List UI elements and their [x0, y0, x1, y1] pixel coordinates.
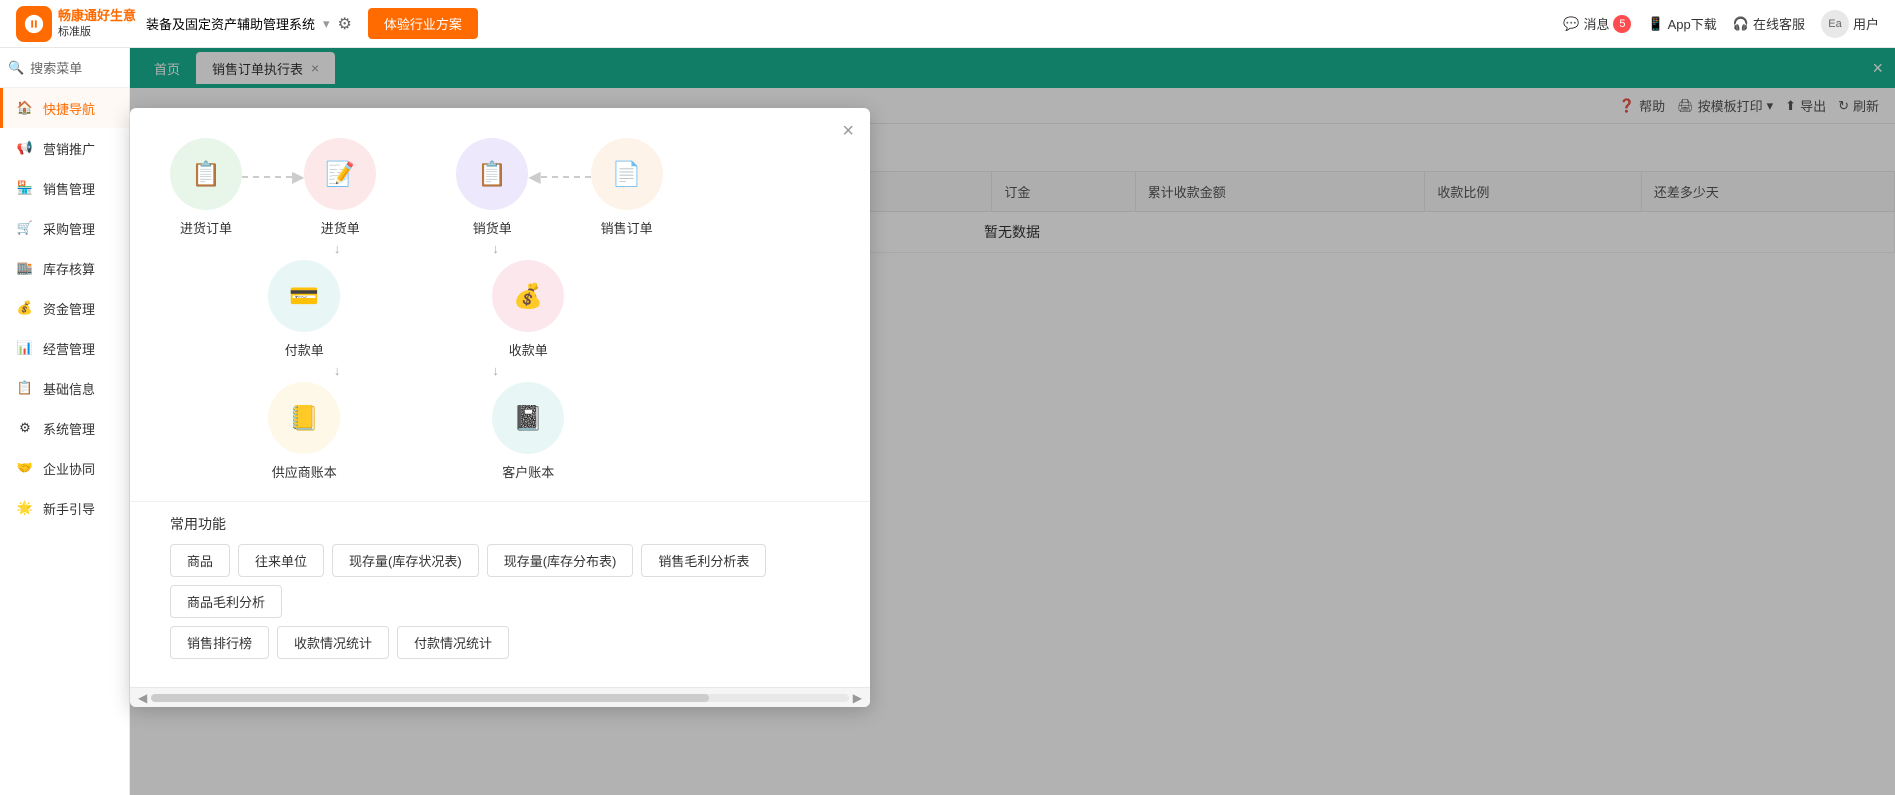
flow-purchase-bill[interactable]: 📝 进货单: [304, 138, 376, 237]
content-area: 首页 销售订单执行表 × × ❓ 帮助 🖨 按模板打印 ▾: [130, 48, 1895, 795]
system-name-dropdown-icon[interactable]: ▾: [323, 16, 330, 32]
receipt-circle: 💰: [492, 260, 564, 332]
btn-stock-dist[interactable]: 现存量(库存分布表): [487, 544, 634, 577]
app-logo-icon: [16, 6, 52, 42]
scroll-left-arrow[interactable]: ◀: [134, 691, 151, 705]
btn-stock-status[interactable]: 现存量(库存状况表): [332, 544, 479, 577]
system-name-text: 装备及固定资产辅助管理系统: [146, 14, 315, 33]
inventory-icon: 🏬: [15, 258, 35, 278]
topbar-right: 💬 消息 5 📱 App下载 🎧 在线客服 Ea 用户: [1563, 10, 1879, 38]
btn-product[interactable]: 商品: [170, 544, 230, 577]
sidebar-item-cooperation[interactable]: 🤝 企业协同: [0, 448, 129, 488]
sales-bill-circle: 📋: [456, 138, 528, 210]
flow-section: 📋 进货订单 ▶ 📝 进货单: [130, 108, 870, 501]
sidebar-item-basic-info[interactable]: 📋 基础信息: [0, 368, 129, 408]
flow-payment-bill[interactable]: 💳 付款单: [268, 260, 340, 359]
purchase-bill-circle: 📝: [304, 138, 376, 210]
cooperation-icon: 🤝: [15, 458, 35, 478]
sidebar-item-sales[interactable]: 🏪 销售管理: [0, 168, 129, 208]
sidebar-item-system[interactable]: ⚙ 系统管理: [0, 408, 129, 448]
flow-purchase-order[interactable]: 📋 进货订单: [170, 138, 242, 237]
sales-icon: 🏪: [15, 178, 35, 198]
scroll-thumb: [151, 694, 709, 702]
trial-button[interactable]: 体验行业方案: [368, 8, 478, 39]
supplier-ledger-circle: 📒: [268, 382, 340, 454]
purchase-order-circle: 📋: [170, 138, 242, 210]
operations-icon: 📊: [15, 338, 35, 358]
modal-box: × 📋 进货订单: [130, 108, 870, 707]
scroll-indicator: ◀ ▶: [130, 687, 870, 707]
btn-payment-stats[interactable]: 付款情况统计: [397, 626, 509, 659]
guide-icon: 🌟: [15, 498, 35, 518]
message-icon: 💬: [1563, 16, 1579, 32]
basic-info-icon: 📋: [15, 378, 35, 398]
app-download-btn[interactable]: 📱 App下载: [1647, 14, 1716, 33]
settings-icon[interactable]: ⚙: [338, 14, 352, 34]
purchase-icon: 🛒: [15, 218, 35, 238]
scroll-right-arrow[interactable]: ▶: [849, 691, 866, 705]
flow-supplier-ledger[interactable]: 📒 供应商账本: [268, 382, 340, 481]
quick-nav-icon: 🏠: [15, 98, 35, 118]
marketing-icon: 📢: [15, 138, 35, 158]
btn-sales-profit[interactable]: 销售毛利分析表: [641, 544, 766, 577]
sidebar: 🔍 搜索菜单 🏠 快捷导航 📢 营销推广 🏪 销售管理 🛒 采购管理 🏬: [0, 48, 130, 795]
search-menu[interactable]: 🔍 搜索菜单: [0, 48, 129, 88]
download-icon: 📱: [1647, 16, 1663, 32]
flow-sales-order[interactable]: 📄 销售订单: [591, 138, 663, 237]
headset-icon: 🎧: [1733, 16, 1749, 32]
online-service-btn[interactable]: 🎧 在线客服: [1733, 14, 1805, 33]
flow-sales-bill[interactable]: 📋 销货单: [456, 138, 528, 237]
payment-circle: 💳: [268, 260, 340, 332]
sidebar-item-inventory[interactable]: 🏬 库存核算: [0, 248, 129, 288]
common-functions-row1: 商品 往来单位 现存量(库存状况表) 现存量(库存分布表) 销售毛利分析表 商品…: [170, 544, 830, 618]
flow-receipt-bill[interactable]: 💰 收款单: [492, 260, 564, 359]
message-btn[interactable]: 💬 消息 5: [1563, 14, 1631, 33]
finance-icon: 💰: [15, 298, 35, 318]
system-icon: ⚙: [15, 418, 35, 438]
scroll-track[interactable]: [151, 694, 849, 702]
btn-partner[interactable]: 往来单位: [238, 544, 324, 577]
modal-close-btn[interactable]: ×: [842, 120, 854, 143]
modal-overlay: × 📋 进货订单: [130, 48, 1895, 795]
common-functions-section: 常用功能 商品 往来单位 现存量(库存状况表) 现存量(库存分布表) 销售毛利分…: [130, 501, 870, 687]
sidebar-item-purchase[interactable]: 🛒 采购管理: [0, 208, 129, 248]
sidebar-item-finance[interactable]: 💰 资金管理: [0, 288, 129, 328]
btn-receipt-stats[interactable]: 收款情况统计: [277, 626, 389, 659]
flow-customer-ledger[interactable]: 📓 客户账本: [492, 382, 564, 481]
common-functions-title: 常用功能: [170, 514, 830, 534]
search-icon: 🔍: [8, 60, 24, 76]
logo-text: 畅康通好生意 标准版: [58, 7, 136, 41]
sidebar-item-quick-nav[interactable]: 🏠 快捷导航: [0, 88, 129, 128]
sidebar-item-guide[interactable]: 🌟 新手引导: [0, 488, 129, 528]
btn-product-margin[interactable]: 商品毛利分析: [170, 585, 282, 618]
avatar: Ea: [1821, 10, 1849, 38]
message-badge: 5: [1613, 15, 1631, 33]
common-functions-row2: 销售排行榜 收款情况统计 付款情况统计: [170, 626, 830, 659]
btn-sales-rank[interactable]: 销售排行榜: [170, 626, 269, 659]
sidebar-item-marketing[interactable]: 📢 营销推广: [0, 128, 129, 168]
system-name-area: 装备及固定资产辅助管理系统 ▾ ⚙ 体验行业方案: [146, 8, 1563, 39]
sidebar-item-operations[interactable]: 📊 经营管理: [0, 328, 129, 368]
user-profile[interactable]: Ea 用户: [1821, 10, 1879, 38]
sales-order-circle: 📄: [591, 138, 663, 210]
customer-ledger-circle: 📓: [492, 382, 564, 454]
